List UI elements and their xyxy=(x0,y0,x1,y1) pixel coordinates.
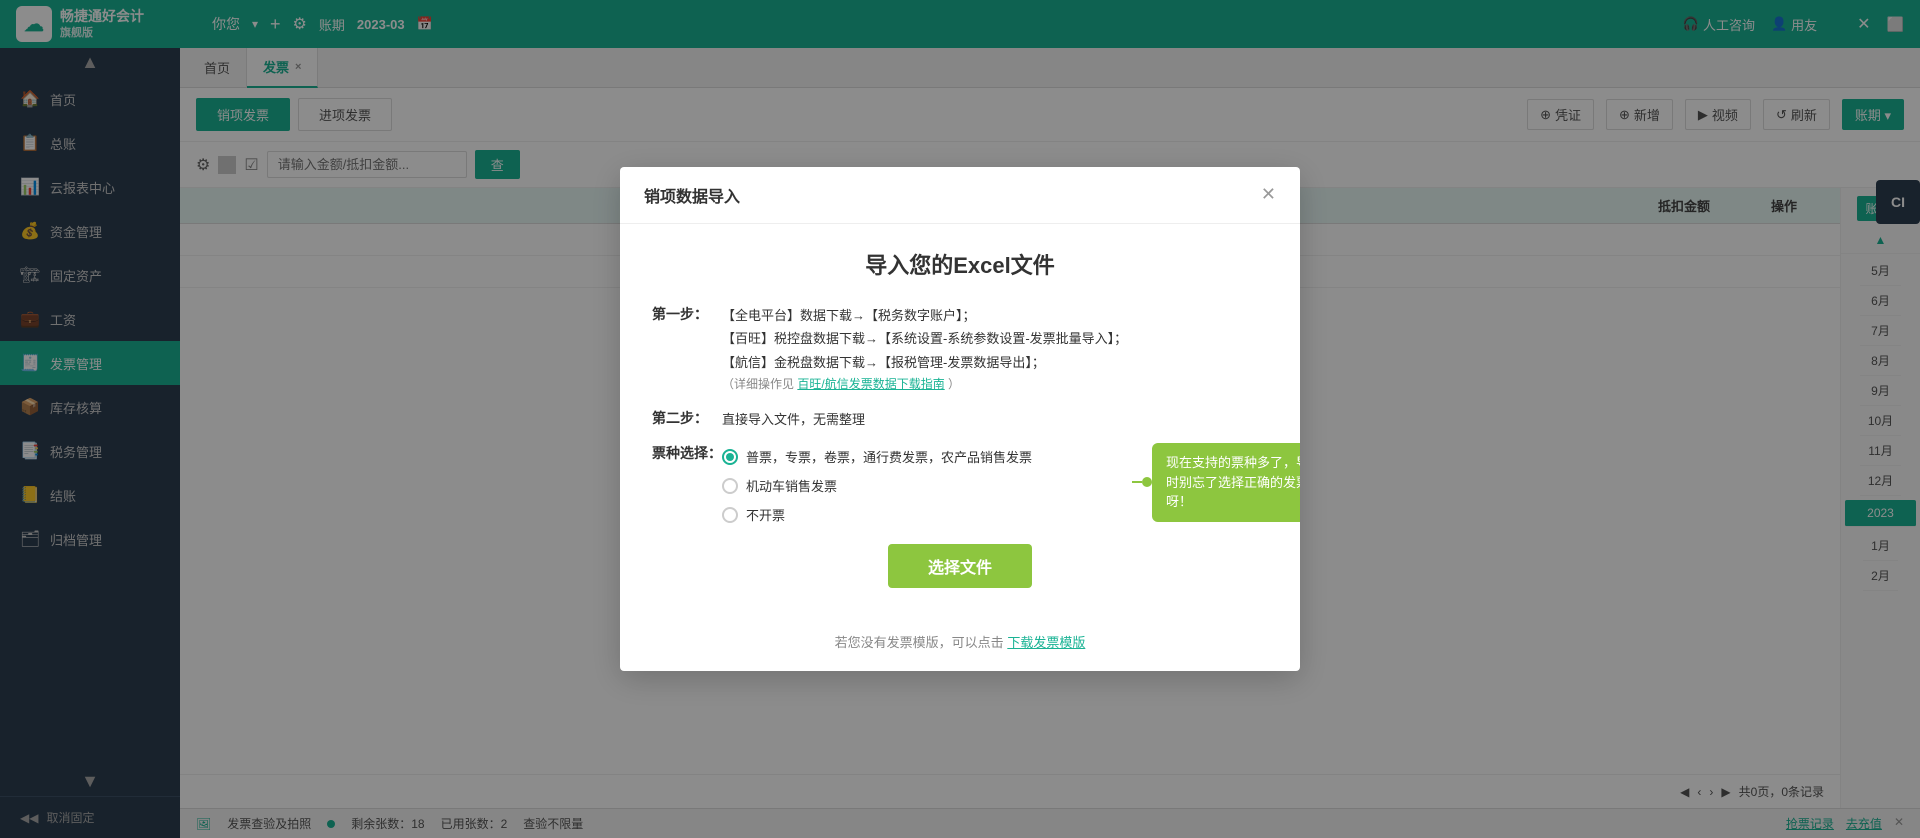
step1-line3: 【航信】金税盘数据下载→【报税管理-发票数据导出】； xyxy=(722,351,1127,374)
download-template-link[interactable]: 下载发票模版 xyxy=(1007,635,1085,650)
tooltip-dot xyxy=(1142,477,1152,487)
radio-option-r3[interactable]: 不开票 xyxy=(722,505,1032,524)
modal-footer: 若您没有发票模版，可以点击 下载发票模版 xyxy=(620,632,1300,671)
step2-label: 第二步： xyxy=(652,408,722,431)
radio-circle-r1 xyxy=(722,449,738,465)
step1-line2: 【百旺】税控盘数据下载→【系统设置-系统参数设置-发票批量导入】； xyxy=(722,327,1127,350)
modal-main-title: 导入您的Excel文件 xyxy=(652,248,1268,280)
step1-content: 【全电平台】数据下载→【税务数字账户】； 【百旺】税控盘数据下载→【系统设置-系… xyxy=(722,304,1127,396)
step1-detail-suffix: ） xyxy=(948,377,960,391)
tooltip-line xyxy=(1132,481,1142,483)
tooltip-wrapper: 现在支持的票种多了，导入发票时别忘了选择正确的发票类型呀！ × xyxy=(1132,443,1300,522)
import-modal: 销项数据导入 ✕ 导入您的Excel文件 第一步： 【全电平台】数据下载→【税务… xyxy=(620,167,1300,671)
ticket-type-label: 票种选择： xyxy=(652,443,722,524)
radio-circle-r3 xyxy=(722,507,738,523)
step1-row: 第一步： 【全电平台】数据下载→【税务数字账户】； 【百旺】税控盘数据下载→【系… xyxy=(652,304,1268,396)
modal-title: 销项数据导入 xyxy=(644,183,740,207)
ticket-radio-group: 普票，专票，卷票，通行费发票，农产品销售发票 机动车销售发票 不开票 xyxy=(722,447,1032,524)
step1-detail-prefix: （详细操作见 xyxy=(722,377,794,391)
radio-option-r2[interactable]: 机动车销售发票 xyxy=(722,476,1032,495)
ticket-type-row: 票种选择： 普票，专票，卷票，通行费发票，农产品销售发票 机动车销售发票 不开票… xyxy=(652,443,1268,524)
radio-option-r1[interactable]: 普票，专票，卷票，通行费发票，农产品销售发票 xyxy=(722,447,1032,466)
step1-guide-link[interactable]: 百旺/航信发票数据下载指南 xyxy=(797,377,944,391)
step1-detail: （详细操作见 百旺/航信发票数据下载指南 ） xyxy=(722,374,1127,396)
tooltip-bubble: 现在支持的票种多了，导入发票时别忘了选择正确的发票类型呀！ × xyxy=(1152,443,1300,522)
radio-label-r2: 机动车销售发票 xyxy=(746,476,837,495)
radio-circle-r2 xyxy=(722,478,738,494)
modal-header: 销项数据导入 ✕ xyxy=(620,167,1300,224)
modal-overlay: 销项数据导入 ✕ 导入您的Excel文件 第一步： 【全电平台】数据下载→【税务… xyxy=(0,0,1920,838)
step1-label: 第一步： xyxy=(652,304,722,396)
modal-body: 导入您的Excel文件 第一步： 【全电平台】数据下载→【税务数字账户】； 【百… xyxy=(620,224,1300,632)
tooltip-text: 现在支持的票种多了，导入发票时别忘了选择正确的发票类型呀！ xyxy=(1166,455,1300,509)
step2-content: 直接导入文件，无需整理 xyxy=(722,408,865,431)
step1-line1: 【全电平台】数据下载→【税务数字账户】； xyxy=(722,304,1127,327)
radio-label-r1: 普票，专票，卷票，通行费发票，农产品销售发票 xyxy=(746,447,1032,466)
footer-text: 若您没有发票模版，可以点击 xyxy=(835,635,1004,650)
radio-label-r3: 不开票 xyxy=(746,505,785,524)
modal-close-button[interactable]: ✕ xyxy=(1261,184,1276,205)
step2-row: 第二步： 直接导入文件，无需整理 xyxy=(652,408,1268,431)
select-file-button[interactable]: 选择文件 xyxy=(888,544,1032,588)
